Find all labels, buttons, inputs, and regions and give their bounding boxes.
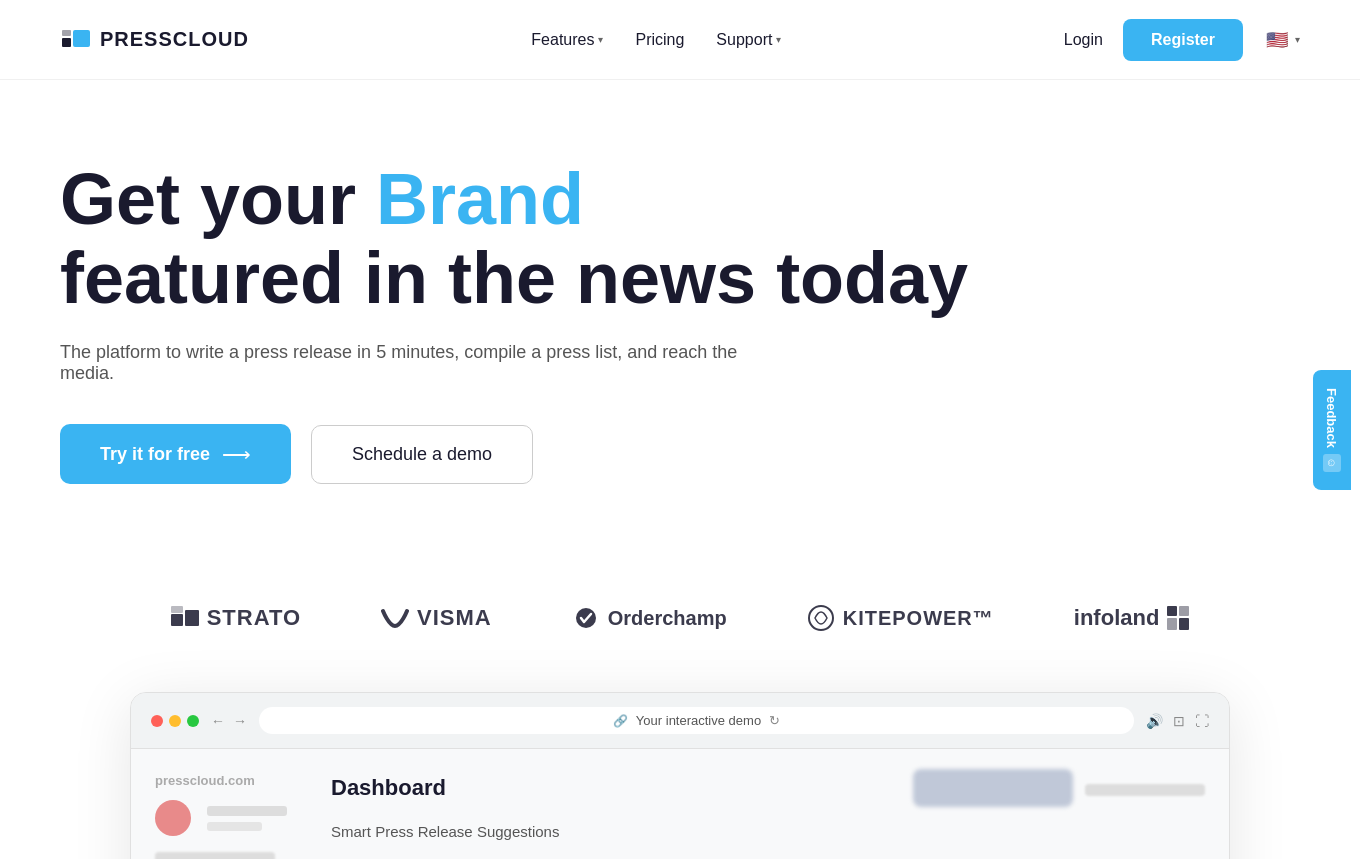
logo-text: PRESSCLOUD bbox=[100, 28, 249, 51]
svg-rect-2 bbox=[73, 30, 90, 47]
support-dropdown-icon: ▾ bbox=[776, 34, 781, 45]
browser-actions: 🔊 ⊡ ⛶ bbox=[1146, 713, 1209, 729]
browser-nav-arrows: ← → bbox=[211, 713, 247, 729]
hero-section: Get your Brand featured in the news toda… bbox=[0, 80, 1360, 544]
demo-cta-blur bbox=[913, 769, 1073, 807]
orderchamp-icon bbox=[572, 606, 600, 630]
lang-dropdown-icon: ▾ bbox=[1295, 34, 1300, 45]
logo-visma: VISMA bbox=[381, 605, 492, 631]
nav-pricing[interactable]: Pricing bbox=[635, 31, 684, 49]
kitepower-icon bbox=[807, 604, 835, 632]
dot-yellow bbox=[169, 715, 181, 727]
nav-links: Features ▾ Pricing Support ▾ bbox=[531, 31, 781, 49]
svg-rect-8 bbox=[1167, 606, 1177, 616]
visma-icon bbox=[381, 606, 409, 630]
link-icon: 🔗 bbox=[613, 714, 628, 728]
demo-menu-1 bbox=[155, 852, 275, 859]
presscloud-logo-icon bbox=[60, 24, 92, 56]
infoland-icon bbox=[1167, 606, 1189, 630]
logo[interactable]: PRESSCLOUD bbox=[60, 24, 249, 56]
svg-rect-10 bbox=[1167, 618, 1177, 630]
schedule-demo-button[interactable]: Schedule a demo bbox=[311, 425, 533, 484]
language-selector[interactable]: 🇺🇸 ▾ bbox=[1263, 26, 1300, 54]
hero-buttons: Try it for free ⟶ Schedule a demo bbox=[60, 424, 1300, 484]
login-button[interactable]: Login bbox=[1064, 31, 1103, 49]
feedback-tab[interactable]: Feedback ☺ bbox=[1313, 370, 1351, 490]
browser-bar: ← → 🔗 Your interactive demo ↻ 🔊 ⊡ ⛶ bbox=[131, 693, 1229, 749]
dot-red bbox=[151, 715, 163, 727]
back-arrow-icon[interactable]: ← bbox=[211, 713, 225, 729]
arrow-icon: ⟶ bbox=[222, 442, 251, 466]
feedback-smiley-icon: ☺ bbox=[1323, 453, 1341, 471]
forward-arrow-icon[interactable]: → bbox=[233, 713, 247, 729]
demo-user-text bbox=[207, 806, 287, 831]
demo-avatar bbox=[155, 800, 191, 836]
hero-subtitle: The platform to write a press release in… bbox=[60, 342, 760, 384]
svg-rect-11 bbox=[1179, 618, 1189, 630]
logo-infoland: infoland bbox=[1074, 605, 1190, 631]
features-dropdown-icon: ▾ bbox=[598, 34, 603, 45]
feedback-tab-inner: Feedback ☺ bbox=[1323, 388, 1341, 472]
register-button[interactable]: Register bbox=[1123, 19, 1243, 61]
logo-kitepower: KITEPOWER™ bbox=[807, 604, 994, 632]
demo-header-actions bbox=[913, 769, 1205, 807]
logo-orderchamp: Orderchamp bbox=[572, 606, 727, 630]
try-free-button[interactable]: Try it for free ⟶ bbox=[60, 424, 291, 484]
browser-content: presscloud.com Dashboard bbox=[131, 749, 1229, 859]
dot-green bbox=[187, 715, 199, 727]
fullscreen-icon[interactable]: ⛶ bbox=[1195, 713, 1209, 729]
browser-window: ← → 🔗 Your interactive demo ↻ 🔊 ⊡ ⛶ pres… bbox=[130, 692, 1230, 859]
demo-smart-press-title: Smart Press Release Suggestions bbox=[331, 823, 1205, 840]
demo-section: ← → 🔗 Your interactive demo ↻ 🔊 ⊡ ⛶ pres… bbox=[0, 652, 1360, 859]
partner-logos: STRATO VISMA Orderchamp KITEPOWER™ bbox=[0, 544, 1360, 652]
refresh-icon[interactable]: ↻ bbox=[769, 713, 780, 728]
svg-rect-4 bbox=[171, 606, 183, 613]
strato-icon bbox=[171, 606, 199, 630]
demo-app-name: presscloud.com bbox=[155, 773, 315, 788]
logo-strato: STRATO bbox=[171, 605, 301, 631]
nav-support[interactable]: Support ▾ bbox=[716, 31, 781, 49]
svg-rect-1 bbox=[62, 30, 71, 36]
hero-title: Get your Brand featured in the news toda… bbox=[60, 160, 1300, 318]
volume-icon[interactable]: 🔊 bbox=[1146, 713, 1163, 729]
nav-actions: Login Register 🇺🇸 ▾ bbox=[1064, 19, 1300, 61]
browser-traffic-lights bbox=[151, 715, 199, 727]
navbar: PRESSCLOUD Features ▾ Pricing Support ▾ … bbox=[0, 0, 1360, 80]
svg-point-7 bbox=[809, 606, 833, 630]
svg-rect-3 bbox=[171, 614, 183, 626]
svg-rect-5 bbox=[185, 610, 199, 626]
svg-rect-0 bbox=[62, 38, 71, 47]
demo-action-text bbox=[1085, 784, 1205, 796]
browser-url-bar[interactable]: 🔗 Your interactive demo ↻ bbox=[259, 707, 1134, 734]
feedback-label: Feedback bbox=[1325, 388, 1340, 448]
demo-main-header: Dashboard bbox=[331, 769, 1205, 807]
screen-icon[interactable]: ⊡ bbox=[1173, 713, 1185, 729]
demo-dashboard-title: Dashboard bbox=[331, 775, 446, 801]
demo-user-row bbox=[155, 800, 315, 836]
hero-brand-word: Brand bbox=[376, 159, 584, 239]
flag-icon: 🇺🇸 bbox=[1263, 26, 1291, 54]
svg-rect-9 bbox=[1179, 606, 1189, 616]
nav-features[interactable]: Features ▾ bbox=[531, 31, 603, 49]
